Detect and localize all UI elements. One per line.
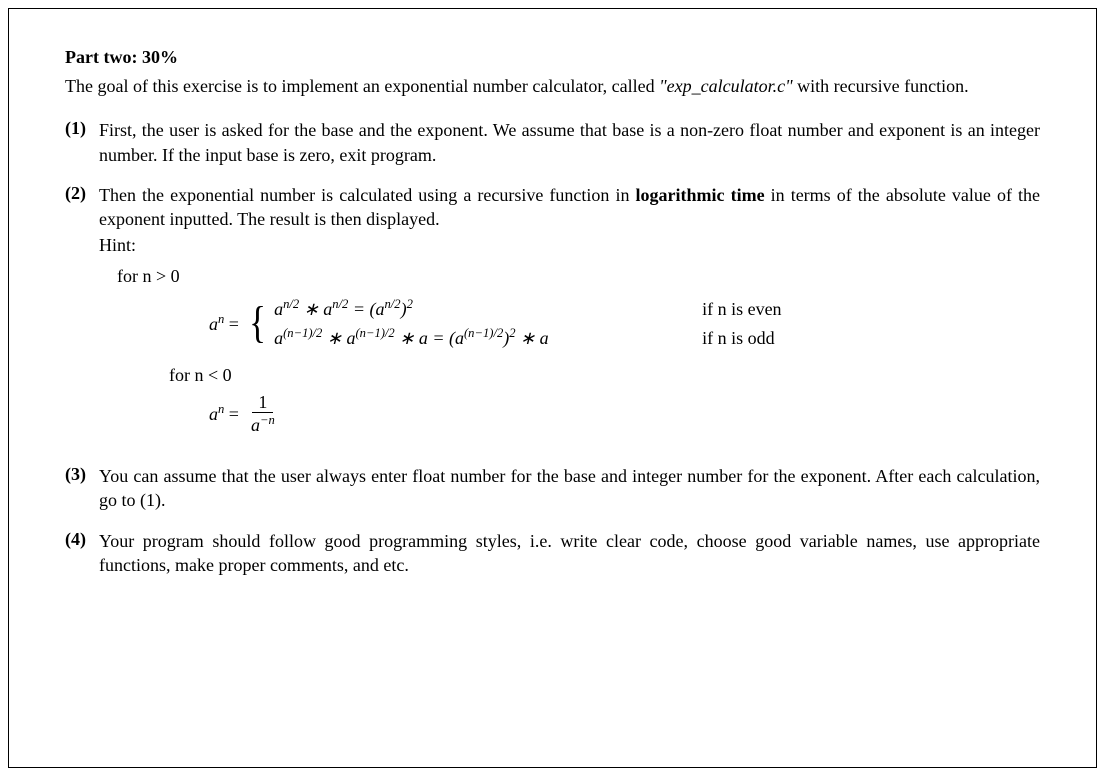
t: n/2 xyxy=(283,297,299,311)
t: (n−1)/2 xyxy=(464,326,503,340)
list-item-4: (4) Your program should follow good prog… xyxy=(65,529,1040,578)
for-n-positive: for n > 0 xyxy=(117,264,1040,288)
item-body: Your program should follow good programm… xyxy=(99,529,1040,578)
t: ∗ a xyxy=(299,299,332,319)
t: n/2 xyxy=(385,297,401,311)
t: a xyxy=(274,328,283,348)
equation-negative: an = 1 a−n xyxy=(209,393,1040,434)
item-body: Then the exponential number is calculate… xyxy=(99,183,1040,448)
item-label: (3) xyxy=(65,464,99,513)
t: (n−1)/2 xyxy=(283,326,322,340)
for-n-neg-text: for n < 0 xyxy=(169,365,232,385)
sup-n: n xyxy=(218,402,224,416)
t: ∗ a xyxy=(322,328,355,348)
part-title: Part two: 30% xyxy=(65,47,1040,68)
eq-sign: = xyxy=(229,314,239,334)
case-even-cond: if n is even xyxy=(702,297,781,321)
document-page: Part two: 30% The goal of this exercise … xyxy=(8,8,1097,768)
item2-lead: Then the exponential number is calculate… xyxy=(99,185,636,205)
list-item-3: (3) You can assume that the user always … xyxy=(65,464,1040,513)
intro-filename: "exp_calculator.c" xyxy=(659,76,793,96)
left-brace-icon: { xyxy=(249,301,266,345)
t: 2 xyxy=(407,297,413,311)
intro-text-1: The goal of this exercise is to implemen… xyxy=(65,76,659,96)
item-label: (1) xyxy=(65,118,99,167)
list-item-2: (2) Then the exponential number is calcu… xyxy=(65,183,1040,448)
case-odd-cond: if n is odd xyxy=(702,326,775,350)
intro-text-2: with recursive function. xyxy=(793,76,969,96)
case-odd-expr: a(n−1)/2 ∗ a(n−1)/2 ∗ a = (a(n−1)/2)2 ∗ … xyxy=(274,325,694,350)
item-body: First, the user is asked for the base an… xyxy=(99,118,1040,167)
item-body: You can assume that the user always ente… xyxy=(99,464,1040,513)
case-odd: a(n−1)/2 ∗ a(n−1)/2 ∗ a = (a(n−1)/2)2 ∗ … xyxy=(274,325,781,350)
a-var: a xyxy=(209,314,218,334)
an-left-2: an = xyxy=(209,401,245,426)
t: (n−1)/2 xyxy=(355,326,394,340)
case-even: an/2 ∗ an/2 = (an/2)2 if n is even xyxy=(274,296,781,321)
t: n/2 xyxy=(332,297,348,311)
hint-label: Hint: xyxy=(99,233,1040,257)
eq-sign: = xyxy=(229,404,239,424)
sup-n: n xyxy=(218,312,224,326)
a-var: a xyxy=(209,404,218,424)
for-n-negative: for n < 0 xyxy=(169,363,1040,387)
for-n-pos-text: for n > 0 xyxy=(117,266,180,286)
cases-container: an/2 ∗ an/2 = (an/2)2 if n is even a(n−1… xyxy=(274,296,781,351)
t: ∗ a xyxy=(516,328,549,348)
den-sup: −n xyxy=(260,413,275,427)
list-item-1: (1) First, the user is asked for the bas… xyxy=(65,118,1040,167)
t: ∗ a = (a xyxy=(395,328,464,348)
fraction-numerator: 1 xyxy=(252,393,273,413)
item-label: (4) xyxy=(65,529,99,578)
an-left: an = xyxy=(209,311,245,336)
case-even-expr: an/2 ∗ an/2 = (an/2)2 xyxy=(274,296,694,321)
item-label: (2) xyxy=(65,183,99,448)
t: = (a xyxy=(348,299,384,319)
t: a xyxy=(274,299,283,319)
intro-paragraph: The goal of this exercise is to implemen… xyxy=(65,74,1040,98)
equation-cases: an = { an/2 ∗ an/2 = (an/2)2 if n is eve… xyxy=(209,296,1040,351)
item2-bold: logarithmic time xyxy=(636,185,765,205)
den-a: a xyxy=(251,415,260,435)
fraction-denominator: a−n xyxy=(245,413,281,434)
fraction: 1 a−n xyxy=(245,393,281,434)
